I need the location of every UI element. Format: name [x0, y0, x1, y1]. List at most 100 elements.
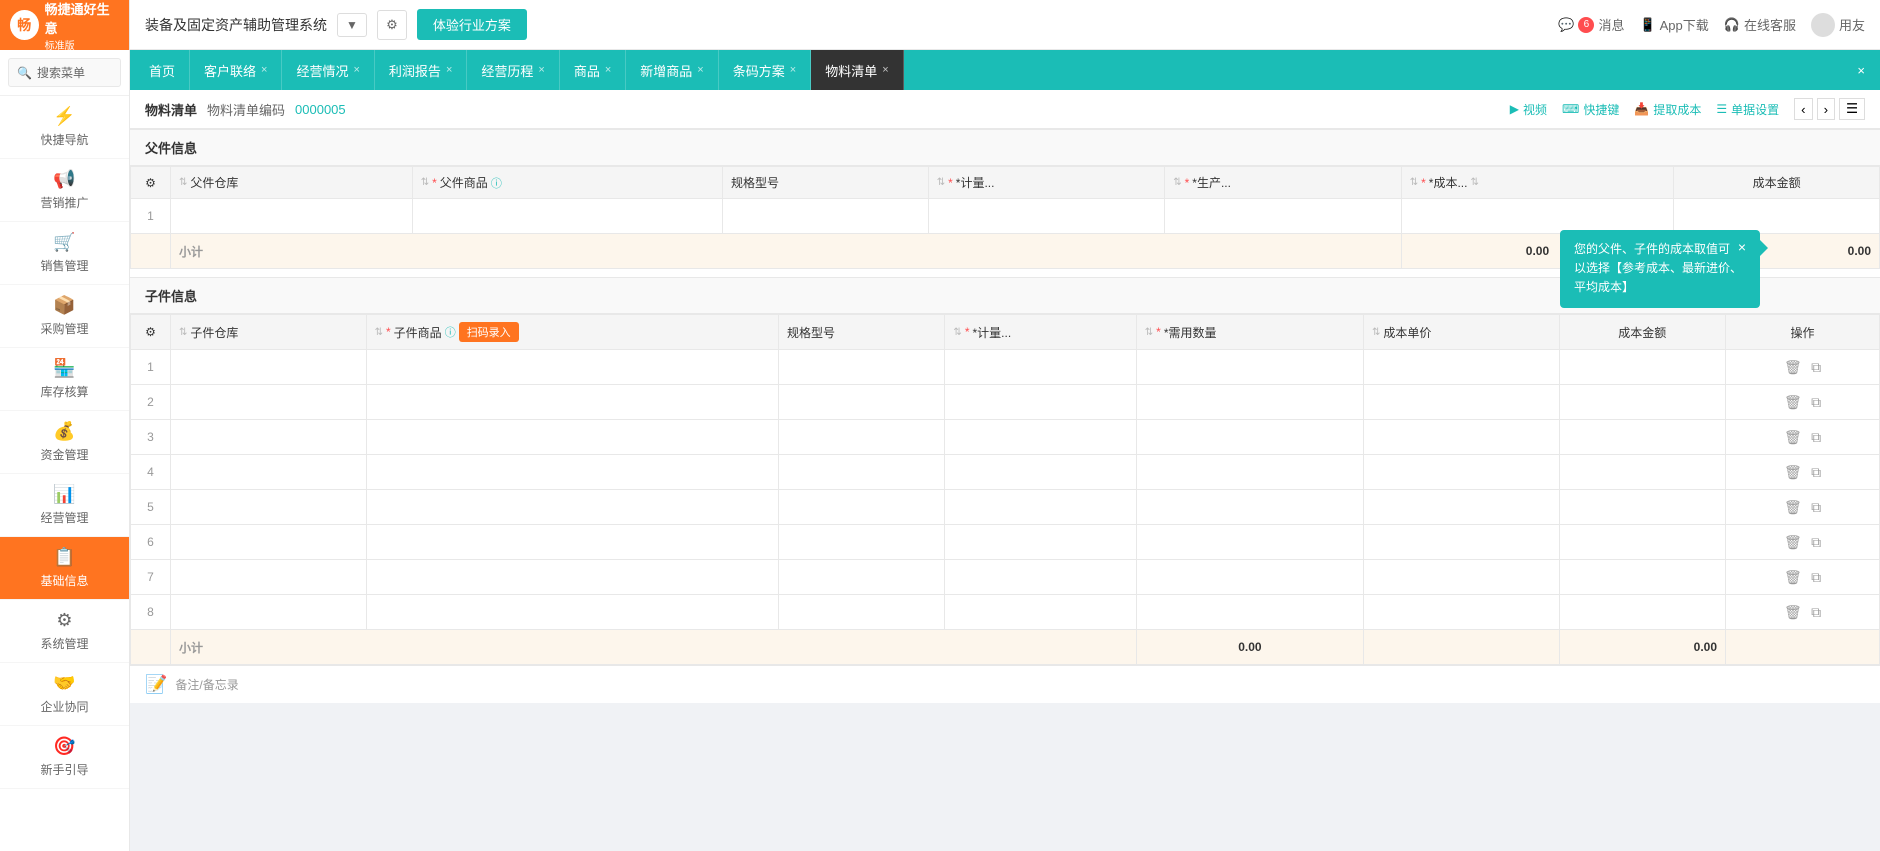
parent-row-1-cost-amount[interactable]	[1674, 199, 1880, 234]
sidebar-item-system[interactable]: ⚙ 系统管理	[0, 600, 129, 663]
page-inner: 物料清单 物料清单编码 0000005 ▶ 视频 ⌨ 快捷键 📥 提	[130, 90, 1880, 703]
page-content: 物料清单 物料清单编码 0000005 ▶ 视频 ⌨ 快捷键 📥 提	[130, 90, 1880, 851]
sidebar-item-purchase[interactable]: 📦 采购管理	[0, 285, 129, 348]
copy-icon-row8[interactable]: ⧉	[1808, 604, 1824, 620]
copy-icon-row2[interactable]: ⧉	[1808, 394, 1824, 410]
child-subtotal-qty: 0.00	[1136, 630, 1363, 665]
sidebar-search-area: 🔍 搜索菜单	[0, 50, 129, 96]
system-dropdown[interactable]: ▼	[337, 13, 367, 37]
copy-icon-row1[interactable]: ⧉	[1808, 359, 1824, 375]
tab-close-history[interactable]: ×	[538, 64, 544, 76]
copy-icon-row4[interactable]: ⧉	[1808, 464, 1824, 480]
child-table-row: 2 🗑 ⧉	[131, 385, 1880, 420]
child-table-row: 6 🗑 ⧉	[131, 525, 1880, 560]
delete-icon-row5[interactable]: 🗑	[1781, 499, 1805, 515]
parent-col-settings: ⚙	[131, 167, 171, 199]
parent-table-row: 1	[131, 199, 1880, 234]
gear-button[interactable]: ⚙	[377, 10, 407, 40]
delete-icon-row1[interactable]: 🗑	[1781, 359, 1805, 375]
breadcrumb-bom[interactable]: 物料清单	[145, 100, 197, 119]
delete-icon-row4[interactable]: 🗑	[1781, 464, 1805, 480]
message-label: 消息	[1598, 15, 1624, 34]
parent-row-1-unit[interactable]	[928, 199, 1165, 234]
tab-barcode[interactable]: 条码方案 ×	[719, 50, 811, 90]
inventory-icon: 🏪	[53, 358, 75, 379]
tab-close-customer[interactable]: ×	[261, 64, 267, 76]
child-row-1-spec[interactable]	[778, 350, 944, 385]
scan-input-button[interactable]: 扫码录入	[459, 322, 519, 342]
parent-row-1-goods[interactable]	[412, 199, 722, 234]
parent-row-1-cost[interactable]	[1401, 199, 1674, 234]
message-action[interactable]: 💬 6 消息	[1558, 15, 1624, 34]
copy-icon-row3[interactable]: ⧉	[1808, 429, 1824, 445]
topbar: 装备及固定资产辅助管理系统 ▼ ⚙ 体验行业方案 💬 6 消息 📱 App下载 …	[130, 0, 1880, 50]
video-icon: ▶	[1510, 102, 1519, 116]
tab-customer[interactable]: 客户联络 ×	[190, 50, 282, 90]
sidebar-item-finance[interactable]: 💰 资金管理	[0, 411, 129, 474]
guide-icon: 🎯	[53, 736, 75, 757]
delete-icon-row3[interactable]: 🗑	[1781, 429, 1805, 445]
child-row-1-goods[interactable]	[366, 350, 778, 385]
app-download-action[interactable]: 📱 App下载	[1639, 15, 1708, 34]
prev-btn[interactable]: ‹	[1794, 98, 1812, 120]
single-setting-btn[interactable]: ☰ 单据设置	[1716, 101, 1779, 118]
parent-row-1-production[interactable]	[1165, 199, 1402, 234]
copy-icon-row6[interactable]: ⧉	[1808, 534, 1824, 550]
parent-col-warehouse: ⇅ 父件仓库	[171, 167, 413, 199]
tooltip-close-btn[interactable]: ×	[1738, 240, 1746, 254]
shortcut-btn[interactable]: ⌨ 快捷键	[1562, 101, 1619, 118]
search-menu-button[interactable]: 🔍 搜索菜单	[8, 58, 121, 87]
tab-close-ops[interactable]: ×	[353, 64, 359, 76]
delete-icon-row2[interactable]: 🗑	[1781, 394, 1805, 410]
search-icon: 🔍	[17, 66, 32, 80]
user-action[interactable]: 用友	[1811, 13, 1865, 37]
sidebar-item-sales[interactable]: 🛒 销售管理	[0, 222, 129, 285]
sidebar-item-quick-nav[interactable]: ⚡ 快捷导航	[0, 96, 129, 159]
view-btn[interactable]: ▶ 视频	[1510, 101, 1547, 118]
tab-new-goods[interactable]: 新增商品 ×	[626, 50, 718, 90]
parent-row-1-spec[interactable]	[723, 199, 929, 234]
child-col-action: 操作	[1726, 315, 1880, 350]
child-table: ⚙ ⇅ 子件仓库 ⇅ * 子	[130, 314, 1880, 665]
experience-button[interactable]: 体验行业方案	[417, 9, 527, 40]
tab-close-profit[interactable]: ×	[446, 64, 452, 76]
delete-icon-row6[interactable]: 🗑	[1781, 534, 1805, 550]
child-row-1-warehouse[interactable]	[171, 350, 367, 385]
tab-close-new-goods[interactable]: ×	[697, 64, 703, 76]
tab-home[interactable]: 首页	[135, 50, 190, 90]
tab-history[interactable]: 经营历程 ×	[467, 50, 559, 90]
child-col-cost-amount: 成本金额	[1559, 315, 1725, 350]
sidebar-item-enterprise[interactable]: 🤝 企业协同	[0, 663, 129, 726]
delete-icon-row8[interactable]: 🗑	[1781, 604, 1805, 620]
extract-cost-btn[interactable]: 📥 提取成本	[1634, 101, 1701, 118]
parent-col-spec: 规格型号	[723, 167, 929, 199]
child-col-qty: ⇅ * *需用数量	[1136, 315, 1363, 350]
topbar-left: 装备及固定资产辅助管理系统 ▼ ⚙ 体验行业方案	[145, 9, 527, 40]
parent-col-unit: ⇅ * *计量...	[928, 167, 1165, 199]
sidebar-item-marketing[interactable]: 📢 营销推广	[0, 159, 129, 222]
notes-icon: 📝	[145, 674, 167, 695]
parent-row-1-warehouse[interactable]	[171, 199, 413, 234]
child-row-1-cost-amount[interactable]	[1559, 350, 1725, 385]
sidebar-item-operations[interactable]: 📊 经营管理	[0, 474, 129, 537]
tab-close-barcode[interactable]: ×	[790, 64, 796, 76]
delete-icon-row7[interactable]: 🗑	[1781, 569, 1805, 585]
tab-bom[interactable]: 物料清单 ×	[811, 50, 903, 90]
online-service-action[interactable]: 🎧 在线客服	[1724, 15, 1796, 34]
next-btn[interactable]: ›	[1817, 98, 1835, 120]
child-row-1-unit[interactable]	[945, 350, 1136, 385]
tab-profit[interactable]: 利润报告 ×	[375, 50, 467, 90]
tab-close-bom[interactable]: ×	[882, 64, 888, 76]
sidebar-item-inventory[interactable]: 🏪 库存核算	[0, 348, 129, 411]
child-row-1-qty[interactable]	[1136, 350, 1363, 385]
tab-operations-status[interactable]: 经营情况 ×	[282, 50, 374, 90]
copy-icon-row7[interactable]: ⧉	[1808, 569, 1824, 585]
menu-btn[interactable]: ☰	[1839, 98, 1865, 120]
tab-close-goods[interactable]: ×	[605, 64, 611, 76]
copy-icon-row5[interactable]: ⧉	[1808, 499, 1824, 515]
sidebar-item-basic-info[interactable]: 📋 基础信息	[0, 537, 129, 600]
close-all-tabs[interactable]: ×	[1847, 50, 1875, 90]
tab-goods[interactable]: 商品 ×	[560, 50, 626, 90]
child-row-1-unit-cost[interactable]	[1363, 350, 1559, 385]
sidebar-item-guide[interactable]: 🎯 新手引导	[0, 726, 129, 789]
